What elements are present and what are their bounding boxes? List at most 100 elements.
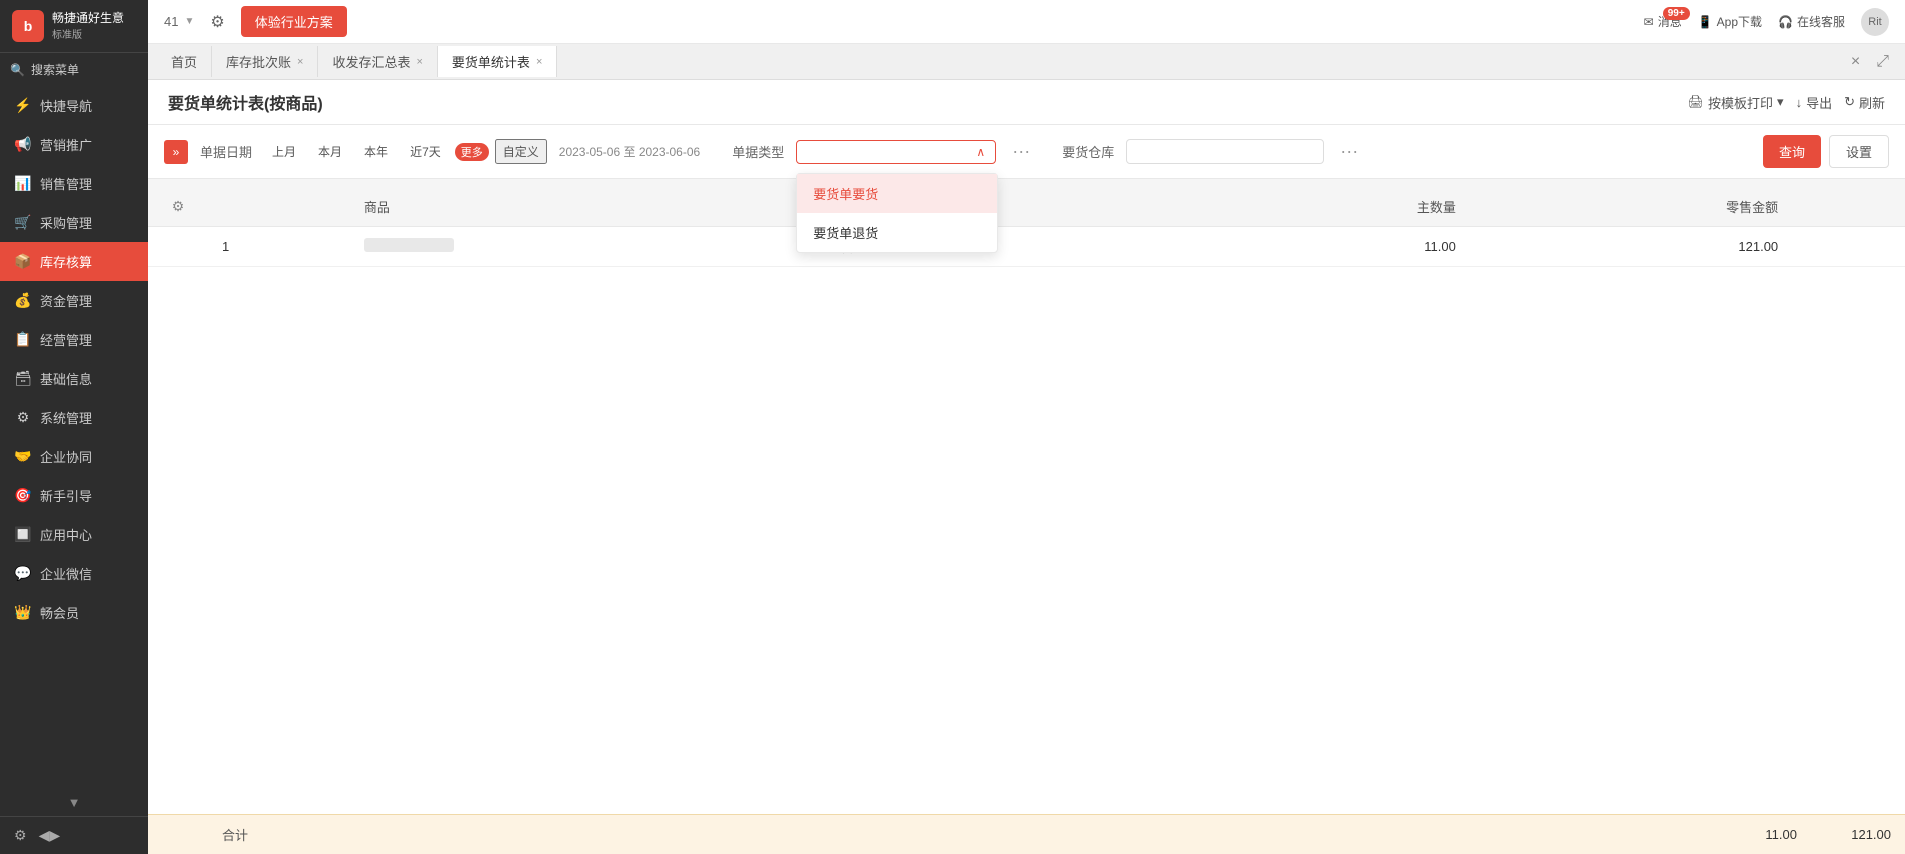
tab-receive-summary[interactable]: 收发存汇总表 ×	[318, 46, 437, 77]
date-this-month-btn[interactable]: 本月	[310, 141, 350, 162]
sidebar-item-label: 经营管理	[40, 330, 92, 349]
wechat-icon: 💬	[14, 565, 32, 583]
tab-home[interactable]: 首页	[156, 46, 212, 77]
print-label: 按模板打印	[1708, 93, 1773, 112]
type-select[interactable]: ∧ 要货单要货 要货单退货	[796, 140, 996, 164]
settings-btn[interactable]: 设置	[1829, 135, 1889, 168]
tab-order-summary-close[interactable]: ×	[536, 56, 542, 68]
collapse-icon[interactable]: ◀▶	[39, 827, 61, 844]
user-avatar[interactable]: Rit	[1861, 8, 1889, 36]
warehouse-more-icon[interactable]: ···	[1340, 141, 1358, 162]
goods-placeholder	[364, 238, 454, 252]
date-last-7days-btn[interactable]: 近7天	[402, 141, 449, 162]
tab-close-all-btn[interactable]: ×	[1843, 49, 1868, 75]
header-settings-icon[interactable]: ⚙	[210, 12, 224, 32]
date-more-badge[interactable]: 更多	[455, 143, 489, 161]
sidebar-item-sales[interactable]: 📊 销售管理	[0, 164, 148, 203]
inventory-icon: 📦	[14, 253, 32, 271]
basic-icon: 🗃	[14, 370, 32, 388]
store-name: 41	[164, 14, 178, 29]
sidebar-item-app-center[interactable]: 🔲 应用中心	[0, 515, 148, 554]
purchase-icon: 🛒	[14, 214, 32, 232]
top-header: 41 ▼ ⚙ 体验行业方案 ✉ 消息 99+ 📱 App下载 🎧 在	[148, 0, 1905, 44]
filter-row: » 单据日期 上月 本月 本年 近7天 更多 自定义 2023-05-06 至 …	[164, 135, 1889, 168]
sidebar-item-inventory[interactable]: 📦 库存核算	[0, 242, 148, 281]
app-logo-icon: b	[12, 10, 44, 42]
footer-label: 合计	[162, 825, 248, 844]
finance-icon: 💰	[14, 292, 32, 310]
table-footer: 合计 11.00 121.00	[148, 814, 1905, 854]
row-index: 1	[208, 227, 350, 267]
app-download-action[interactable]: 📱 App下载	[1698, 13, 1762, 30]
quick-nav-icon: ⚡	[14, 97, 32, 115]
sidebar-scroll-down[interactable]: ▼	[0, 789, 148, 816]
col-index	[208, 187, 350, 227]
sidebar-item-label: 企业协同	[40, 447, 92, 466]
warehouse-label: 要货仓库	[1062, 142, 1114, 161]
tab-receive-summary-close[interactable]: ×	[416, 56, 422, 68]
online-service-label: 在线客服	[1797, 13, 1845, 30]
tab-expand-btn[interactable]: ⤢	[1868, 49, 1897, 75]
tab-inventory-batch-close[interactable]: ×	[297, 56, 303, 68]
print-chevron-icon: ▾	[1777, 94, 1784, 110]
sidebar-item-quick-nav[interactable]: ⚡ 快捷导航	[0, 86, 148, 125]
sidebar-item-marketing[interactable]: 📢 营销推广	[0, 125, 148, 164]
type-more-icon[interactable]: ···	[1012, 141, 1030, 162]
sidebar-item-basic[interactable]: 🗃 基础信息	[0, 359, 148, 398]
sidebar-item-label: 营销推广	[40, 135, 92, 154]
member-icon: 👑	[14, 604, 32, 622]
export-action-btn[interactable]: ↓ 导出	[1796, 93, 1833, 112]
sidebar-item-label: 畅会员	[40, 603, 79, 622]
query-btn[interactable]: 查询	[1763, 135, 1821, 168]
sidebar-item-finance[interactable]: 💰 资金管理	[0, 281, 148, 320]
sidebar-item-member[interactable]: 👑 畅会员	[0, 593, 148, 632]
guide-icon: 🎯	[14, 487, 32, 505]
store-selector[interactable]: 41 ▼	[164, 14, 194, 29]
type-label: 单据类型	[732, 142, 784, 161]
row-extra	[1792, 227, 1905, 267]
tab-bar: 首页 库存批次账 × 收发存汇总表 × 要货单统计表 × × ⤢	[148, 44, 1905, 80]
warehouse-input[interactable]	[1126, 139, 1324, 164]
footer-amount: 121.00	[1811, 827, 1891, 842]
sidebar-item-label: 库存核算	[40, 252, 92, 271]
sidebar-logo: b 畅捷通好生意 标准版	[0, 0, 148, 53]
sidebar-nav: ⚡ 快捷导航 📢 营销推广 📊 销售管理 🛒 采购管理 📦 库存核算 💰	[0, 86, 148, 789]
sidebar-item-label: 新手引导	[40, 486, 92, 505]
tab-order-summary-label: 要货单统计表	[452, 52, 530, 71]
enterprise-icon: 🤝	[14, 448, 32, 466]
date-last-month-btn[interactable]: 上月	[264, 141, 304, 162]
filter-expand-btn[interactable]: »	[164, 140, 188, 164]
refresh-action-btn[interactable]: ↻ 刷新	[1844, 93, 1885, 112]
sidebar-item-enterprise[interactable]: 🤝 企业协同	[0, 437, 148, 476]
sidebar-item-system[interactable]: ⚙ 系统管理	[0, 398, 148, 437]
message-action[interactable]: ✉ 消息 99+	[1644, 13, 1682, 30]
table-header-row: ⚙ 商品 主计量单位 主数量 零售金额	[148, 187, 1905, 227]
dropdown-item-order-return[interactable]: 要货单退货	[797, 213, 997, 252]
type-chevron-up-icon: ∧	[976, 145, 985, 159]
sidebar-search[interactable]: 🔍 搜索菜单	[0, 53, 148, 86]
tab-order-summary[interactable]: 要货单统计表 ×	[438, 46, 557, 77]
date-custom-btn[interactable]: 自定义	[495, 139, 547, 164]
dropdown-item-order-goods[interactable]: 要货单要货	[797, 174, 997, 213]
print-action-btn[interactable]: 🖨 按模板打印 ▾	[1688, 93, 1784, 112]
search-icon: 🔍	[10, 63, 25, 77]
operation-icon: 📋	[14, 331, 32, 349]
sidebar-item-guide[interactable]: 🎯 新手引导	[0, 476, 148, 515]
sidebar-bottom: ⚙ ◀▶	[0, 816, 148, 854]
marketing-icon: 📢	[14, 136, 32, 154]
sidebar-item-wechat[interactable]: 💬 企业微信	[0, 554, 148, 593]
print-icon: 🖨	[1688, 94, 1705, 110]
online-service-action[interactable]: 🎧 在线客服	[1778, 13, 1845, 30]
refresh-icon: ↻	[1844, 94, 1855, 110]
date-this-year-btn[interactable]: 本年	[356, 141, 396, 162]
sidebar-item-operation[interactable]: 📋 经营管理	[0, 320, 148, 359]
sidebar-item-label: 应用中心	[40, 525, 92, 544]
col-settings-icon[interactable]: ⚙	[172, 198, 185, 214]
sidebar-item-label: 基础信息	[40, 369, 92, 388]
trial-btn[interactable]: 体验行业方案	[241, 6, 347, 37]
sidebar-item-purchase[interactable]: 🛒 采购管理	[0, 203, 148, 242]
settings-bottom-icon[interactable]: ⚙	[14, 827, 27, 844]
page-content: 要货单统计表(按商品) 🖨 按模板打印 ▾ ↓ 导出 ↻ 刷新	[148, 80, 1905, 854]
brand-name: 畅捷通好生意	[52, 11, 124, 27]
tab-inventory-batch[interactable]: 库存批次账 ×	[212, 46, 318, 77]
